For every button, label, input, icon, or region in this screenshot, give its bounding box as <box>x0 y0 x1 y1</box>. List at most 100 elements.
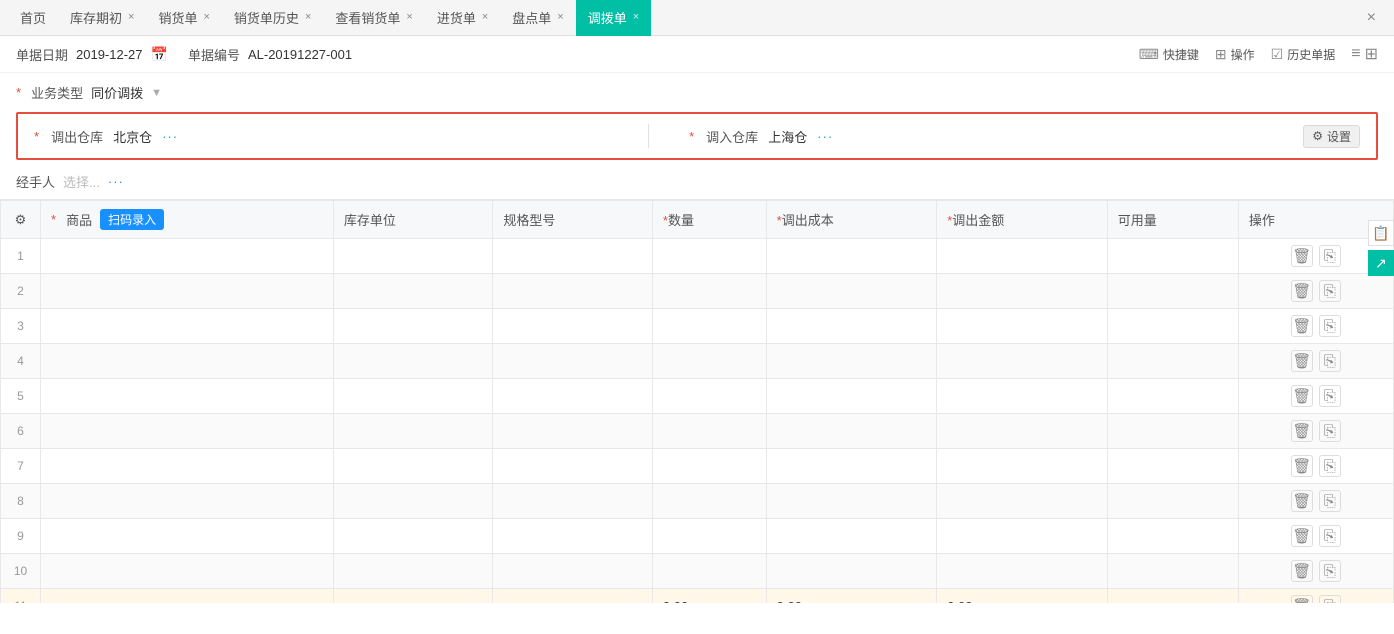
handler-more[interactable]: ··· <box>108 174 124 189</box>
delete-icon[interactable]: 🗑 <box>1291 455 1313 477</box>
handler-input[interactable]: 选择... <box>63 172 100 191</box>
delete-icon[interactable]: 🗑 <box>1291 490 1313 512</box>
calendar-icon[interactable]: 📅 <box>151 46 168 63</box>
copy-icon[interactable]: ⎘ <box>1319 280 1341 302</box>
cost-cell[interactable] <box>766 519 937 554</box>
tab-sales-order[interactable]: 销货单 × <box>146 0 221 36</box>
tab-inventory-check[interactable]: 盘点单 × <box>500 0 575 36</box>
tab-inventory-init-close[interactable]: × <box>128 12 134 23</box>
copy-icon[interactable]: ⎘ <box>1319 525 1341 547</box>
th-settings[interactable]: ⚙ <box>1 201 41 239</box>
copy-icon-subtotal[interactable]: ⎘ <box>1319 595 1341 603</box>
tab-sales-history-close[interactable]: × <box>305 12 311 23</box>
settings-button[interactable]: ⚙ 设置 <box>1303 125 1360 148</box>
product-cell[interactable] <box>41 554 334 589</box>
amount-cell[interactable] <box>937 379 1108 414</box>
business-type-dropdown[interactable]: ▼ <box>151 87 162 99</box>
scan-entry-button[interactable]: 扫码录入 <box>100 209 164 230</box>
product-cell[interactable] <box>41 309 334 344</box>
spec-cell[interactable] <box>493 239 652 274</box>
tab-purchase[interactable]: 进货单 × <box>425 0 500 36</box>
available-cell[interactable] <box>1107 239 1238 274</box>
cost-cell[interactable] <box>766 554 937 589</box>
unit-cell[interactable] <box>333 519 492 554</box>
delete-icon[interactable]: 🗑 <box>1291 420 1313 442</box>
tab-home[interactable]: 首页 <box>8 0 58 36</box>
tab-sales-order-close[interactable]: × <box>203 12 209 23</box>
amount-cell[interactable] <box>937 414 1108 449</box>
spec-cell[interactable] <box>493 519 652 554</box>
amount-cell[interactable] <box>937 309 1108 344</box>
delete-icon-subtotal[interactable]: 🗑 <box>1291 595 1313 603</box>
qty-cell[interactable] <box>652 344 766 379</box>
delete-icon[interactable]: 🗑 <box>1291 245 1313 267</box>
tab-inventory-check-close[interactable]: × <box>557 12 563 23</box>
qty-cell[interactable] <box>652 519 766 554</box>
available-cell[interactable] <box>1107 274 1238 309</box>
copy-icon[interactable]: ⎘ <box>1319 420 1341 442</box>
delete-icon[interactable]: 🗑 <box>1291 560 1313 582</box>
unit-cell[interactable] <box>333 379 492 414</box>
in-warehouse-more[interactable]: ··· <box>817 129 833 144</box>
delete-icon[interactable]: 🗑 <box>1291 350 1313 372</box>
spec-cell[interactable] <box>493 379 652 414</box>
tab-sales-history[interactable]: 销货单历史 × <box>222 0 323 36</box>
spec-cell[interactable] <box>493 344 652 379</box>
unit-cell[interactable] <box>333 414 492 449</box>
cost-cell[interactable] <box>766 239 937 274</box>
cost-cell[interactable] <box>766 449 937 484</box>
business-type-value[interactable]: 同价调拨 <box>91 83 143 102</box>
in-warehouse-value[interactable]: 上海仓 <box>768 127 807 146</box>
amount-cell[interactable] <box>937 449 1108 484</box>
qty-cell[interactable] <box>652 484 766 519</box>
spec-cell[interactable] <box>493 554 652 589</box>
copy-icon[interactable]: ⎘ <box>1319 455 1341 477</box>
qty-cell[interactable] <box>652 449 766 484</box>
qty-cell[interactable] <box>652 274 766 309</box>
qty-cell[interactable] <box>652 379 766 414</box>
unit-cell[interactable] <box>333 274 492 309</box>
tab-view-sales[interactable]: 查看销货单 × <box>323 0 424 36</box>
unit-cell[interactable] <box>333 239 492 274</box>
copy-icon[interactable]: ⎘ <box>1319 315 1341 337</box>
product-cell[interactable] <box>41 344 334 379</box>
available-cell[interactable] <box>1107 484 1238 519</box>
available-cell[interactable] <box>1107 309 1238 344</box>
amount-cell[interactable] <box>937 554 1108 589</box>
spec-cell[interactable] <box>493 309 652 344</box>
qty-cell[interactable] <box>652 309 766 344</box>
shortcuts-button[interactable]: ⌨ 快捷键 <box>1139 46 1199 63</box>
delete-icon[interactable]: 🗑 <box>1291 280 1313 302</box>
unit-cell[interactable] <box>333 449 492 484</box>
product-cell[interactable] <box>41 414 334 449</box>
available-cell[interactable] <box>1107 414 1238 449</box>
delete-icon[interactable]: 🗑 <box>1291 315 1313 337</box>
out-warehouse-more[interactable]: ··· <box>162 129 178 144</box>
unit-cell[interactable] <box>333 484 492 519</box>
out-warehouse-value[interactable]: 北京仓 <box>113 127 152 146</box>
delete-icon[interactable]: 🗑 <box>1291 385 1313 407</box>
history-button[interactable]: ☑ 历史单据 <box>1271 46 1336 63</box>
available-cell[interactable] <box>1107 449 1238 484</box>
cost-cell[interactable] <box>766 344 937 379</box>
spec-cell[interactable] <box>493 484 652 519</box>
cost-cell[interactable] <box>766 379 937 414</box>
copy-icon[interactable]: ⎘ <box>1319 350 1341 372</box>
tab-transfer-close[interactable]: × <box>633 12 639 23</box>
tab-inventory-init[interactable]: 库存期初 × <box>58 0 146 36</box>
available-cell[interactable] <box>1107 379 1238 414</box>
tab-view-sales-close[interactable]: × <box>406 12 412 23</box>
tab-transfer[interactable]: 调拨单 × <box>576 0 651 36</box>
product-cell[interactable] <box>41 484 334 519</box>
unit-cell[interactable] <box>333 554 492 589</box>
tab-purchase-close[interactable]: × <box>482 12 488 23</box>
copy-icon[interactable]: ⎘ <box>1319 560 1341 582</box>
qty-cell[interactable] <box>652 414 766 449</box>
product-cell[interactable] <box>41 519 334 554</box>
view-toggle-grid[interactable]: ⊞ <box>1365 44 1378 64</box>
copy-icon[interactable]: ⎘ <box>1319 385 1341 407</box>
available-cell[interactable] <box>1107 344 1238 379</box>
spec-cell[interactable] <box>493 274 652 309</box>
amount-cell[interactable] <box>937 484 1108 519</box>
copy-icon[interactable]: ⎘ <box>1319 245 1341 267</box>
